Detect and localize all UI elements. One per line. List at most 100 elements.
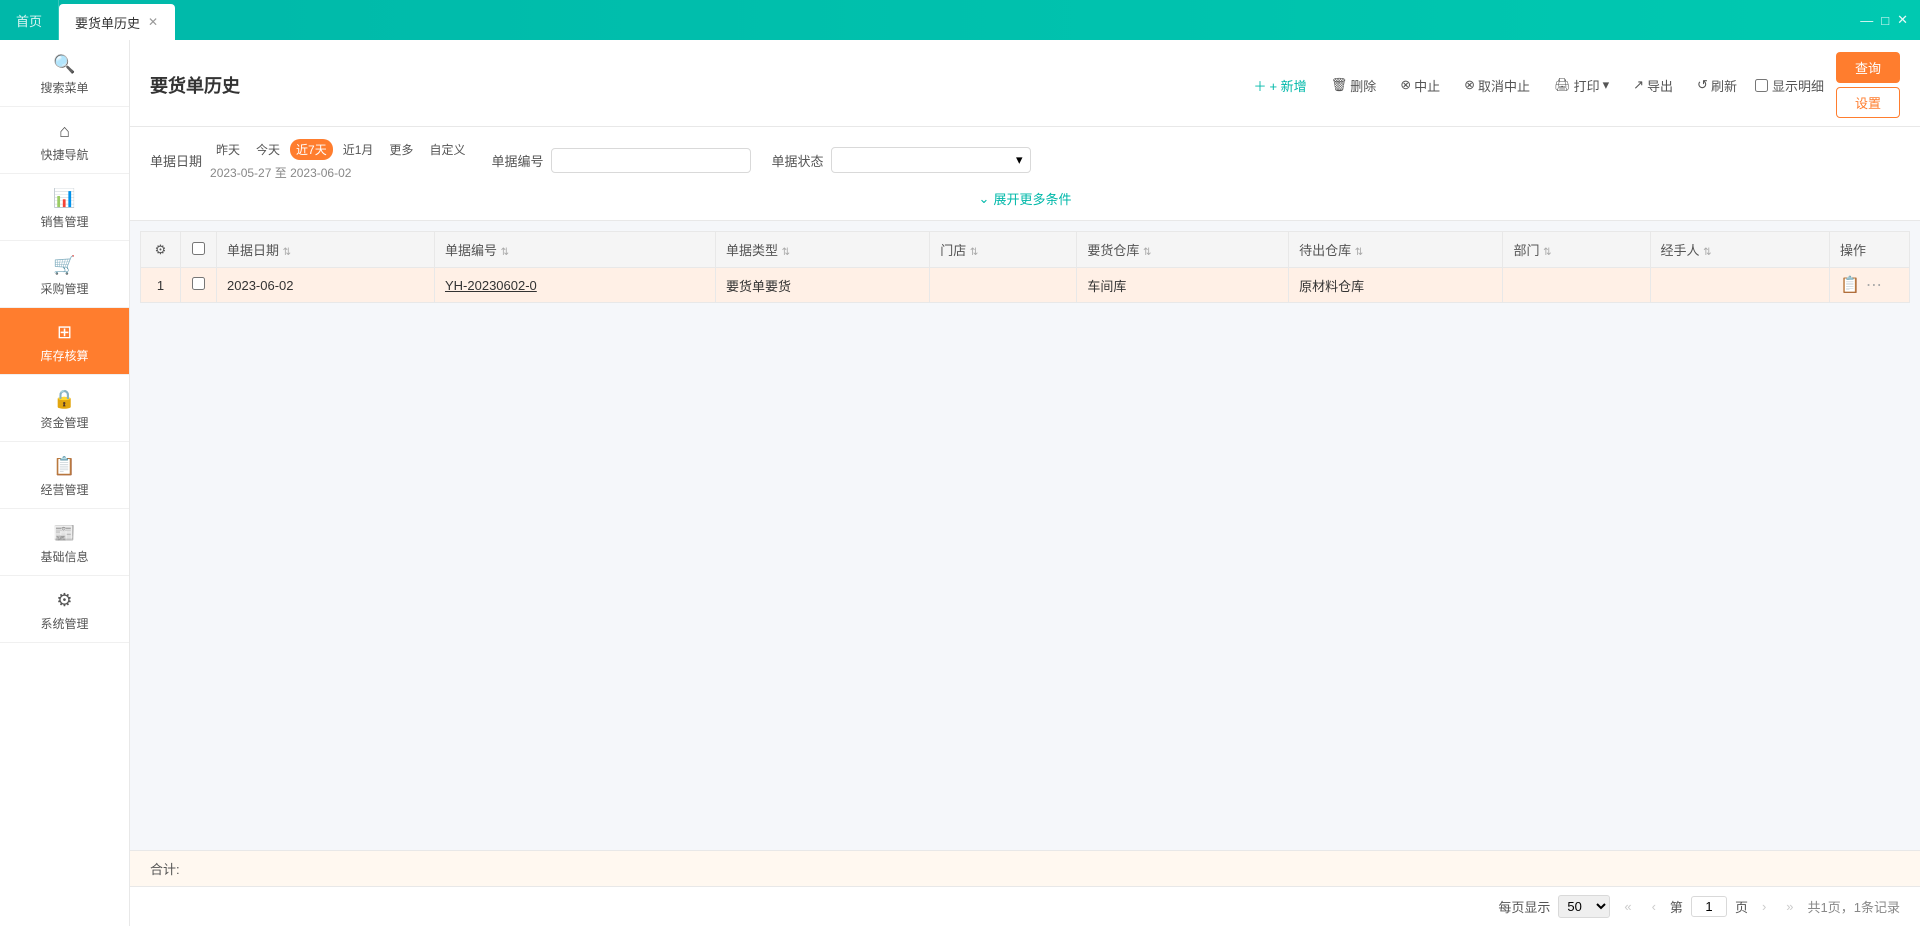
query-button[interactable]: 查询 [1836, 52, 1900, 83]
col-settings[interactable]: ⚙ [141, 232, 181, 268]
table-settings-icon[interactable]: ⚙ [155, 242, 167, 257]
col-pending-warehouse[interactable]: 待出仓库 ⇅ [1289, 232, 1503, 268]
first-page-button[interactable]: « [1618, 897, 1637, 916]
print-icon: 🖨 [1554, 77, 1571, 93]
sidebar-item-quick-nav-label: 快捷导航 [40, 146, 88, 163]
data-table: ⚙ 单据日期 ⇅ 单据编号 ⇅ [140, 231, 1910, 303]
row-checkbox-1[interactable] [181, 268, 217, 303]
expand-more-button[interactable]: ⌄ 展开更多条件 [150, 189, 1900, 208]
col-department-sort[interactable]: ⇅ [1543, 247, 1551, 258]
tab-history-close[interactable]: ✕ [148, 15, 158, 29]
col-handler[interactable]: 经手人 ⇅ [1650, 232, 1830, 268]
sidebar-item-finance-mgmt-label: 资金管理 [40, 414, 88, 431]
print-button[interactable]: 🖨 打印 ▾ [1548, 72, 1615, 99]
row-store-1 [930, 268, 1077, 303]
date-btn-7days[interactable]: 近7天 [290, 139, 333, 160]
col-handler-sort[interactable]: ⇅ [1703, 247, 1711, 258]
col-date-sort[interactable]: ⇅ [283, 247, 291, 258]
col-department[interactable]: 部门 ⇅ [1503, 232, 1650, 268]
bill-no-input[interactable] [551, 148, 751, 173]
page-size-select[interactable]: 50 10 20 100 [1558, 895, 1610, 918]
sidebar-item-quick-nav[interactable]: ⌂ 快捷导航 [0, 107, 129, 174]
date-btn-yesterday[interactable]: 昨天 [210, 139, 246, 160]
export-label: 导出 [1647, 76, 1673, 95]
tab-home[interactable]: 首页 [0, 0, 59, 40]
stop-button[interactable]: ⊗ 中止 [1394, 72, 1446, 99]
sidebar-item-inventory[interactable]: ⊞ 库存核算 [0, 308, 129, 375]
col-department-label: 部门 [1513, 243, 1539, 258]
filter-row: 单据日期 昨天 今天 近7天 近1月 更多 自定义 2023-05-27 至 2… [150, 139, 1900, 181]
row-handler-1 [1650, 268, 1830, 303]
print-label: 打印 [1574, 76, 1600, 95]
col-bill-type-sort[interactable]: ⇅ [782, 247, 790, 258]
ops-mgmt-icon: 📋 [53, 456, 75, 477]
row-ops-1: 📋 ⋯ [1830, 268, 1910, 303]
show-detail-label: 显示明细 [1772, 76, 1824, 95]
settings-button[interactable]: 设置 [1836, 87, 1900, 118]
col-date[interactable]: 单据日期 ⇅ [217, 232, 435, 268]
expand-more-icon: ⌄ [979, 191, 990, 207]
col-pending-warehouse-label: 待出仓库 [1299, 243, 1351, 258]
show-detail-checkbox[interactable] [1755, 79, 1768, 92]
col-pending-warehouse-sort[interactable]: ⇅ [1355, 247, 1363, 258]
col-req-warehouse[interactable]: 要货仓库 ⇅ [1077, 232, 1289, 268]
tab-history[interactable]: 要货单历史 ✕ [59, 4, 175, 40]
prev-page-button[interactable]: ‹ [1646, 897, 1662, 916]
bill-status-label: 单据状态 [771, 151, 823, 170]
sidebar-item-search-menu[interactable]: 🔍 搜索菜单 [0, 40, 129, 107]
stop-icon: ⊗ [1400, 77, 1411, 93]
col-req-warehouse-sort[interactable]: ⇅ [1143, 247, 1151, 258]
new-icon: ＋ [1253, 76, 1266, 95]
date-btn-more[interactable]: 更多 [383, 139, 419, 160]
bill-status-select[interactable]: ▾ [831, 147, 1031, 173]
sidebar-item-ops-mgmt[interactable]: 📋 经营管理 [0, 442, 129, 509]
sidebar: 🔍 搜索菜单 ⌂ 快捷导航 📊 销售管理 🛒 采购管理 ⊞ 库存核算 🔒 资金管… [0, 40, 130, 926]
cancel-stop-button[interactable]: ⊗ 取消中止 [1458, 72, 1536, 99]
show-detail-checkbox-wrap[interactable]: 显示明细 [1755, 76, 1824, 95]
export-button[interactable]: ↗ 导出 [1627, 72, 1679, 99]
table-row[interactable]: 1 2023-06-02 YH-20230602-0 要货单要货 车间库 原材料… [141, 268, 1910, 303]
maximize-icon[interactable]: □ [1881, 13, 1889, 28]
row-bill-no-1[interactable]: YH-20230602-0 [434, 268, 715, 303]
page-number-input[interactable] [1691, 896, 1727, 917]
row-edit-icon-1[interactable]: 📋 [1840, 275, 1860, 295]
next-page-button[interactable]: › [1756, 897, 1772, 916]
col-store-sort[interactable]: ⇅ [970, 247, 978, 258]
sidebar-item-sales-mgmt[interactable]: 📊 销售管理 [0, 174, 129, 241]
col-bill-no[interactable]: 单据编号 ⇅ [434, 232, 715, 268]
col-bill-no-sort[interactable]: ⇅ [501, 247, 509, 258]
row-1-checkbox[interactable] [192, 277, 205, 290]
basic-info-icon: 📰 [53, 523, 75, 544]
sidebar-item-sys-mgmt[interactable]: ⚙ 系统管理 [0, 576, 129, 643]
sidebar-item-purchase-mgmt[interactable]: 🛒 采购管理 [0, 241, 129, 308]
cancel-stop-icon: ⊗ [1464, 77, 1475, 93]
col-bill-type[interactable]: 单据类型 ⇅ [715, 232, 929, 268]
pagination-bar: 每页显示 50 10 20 100 « ‹ 第 页 › » 共1页，1条记录 [130, 886, 1920, 926]
purchase-mgmt-icon: 🛒 [53, 255, 75, 276]
sidebar-item-finance-mgmt[interactable]: 🔒 资金管理 [0, 375, 129, 442]
col-bill-type-label: 单据类型 [726, 243, 778, 258]
row-more-icon-1[interactable]: ⋯ [1866, 275, 1882, 295]
date-btn-today[interactable]: 今天 [250, 139, 286, 160]
refresh-button[interactable]: ↺ 刷新 [1691, 72, 1743, 99]
delete-button[interactable]: 🗑 删除 [1325, 72, 1383, 99]
col-checkbox [181, 232, 217, 268]
col-store[interactable]: 门店 ⇅ [930, 232, 1077, 268]
date-filter-group: 单据日期 昨天 今天 近7天 近1月 更多 自定义 2023-05-27 至 2… [150, 139, 471, 181]
minimize-icon[interactable]: — [1860, 13, 1873, 28]
row-req-warehouse-1: 车间库 [1077, 268, 1289, 303]
sidebar-item-sys-mgmt-label: 系统管理 [40, 615, 88, 632]
close-icon[interactable]: ✕ [1897, 12, 1908, 28]
refresh-label: 刷新 [1711, 76, 1737, 95]
stop-label: 中止 [1414, 76, 1440, 95]
new-button[interactable]: ＋ + 新增 [1247, 72, 1312, 99]
date-btn-custom[interactable]: 自定义 [423, 139, 471, 160]
refresh-icon: ↺ [1697, 77, 1708, 93]
col-req-warehouse-label: 要货仓库 [1087, 243, 1139, 258]
last-page-button[interactable]: » [1780, 897, 1799, 916]
select-all-checkbox[interactable] [192, 242, 205, 255]
delete-label: 删除 [1350, 76, 1376, 95]
sidebar-item-basic-info[interactable]: 📰 基础信息 [0, 509, 129, 576]
date-btn-1month[interactable]: 近1月 [337, 139, 380, 160]
export-icon: ↗ [1633, 77, 1644, 93]
